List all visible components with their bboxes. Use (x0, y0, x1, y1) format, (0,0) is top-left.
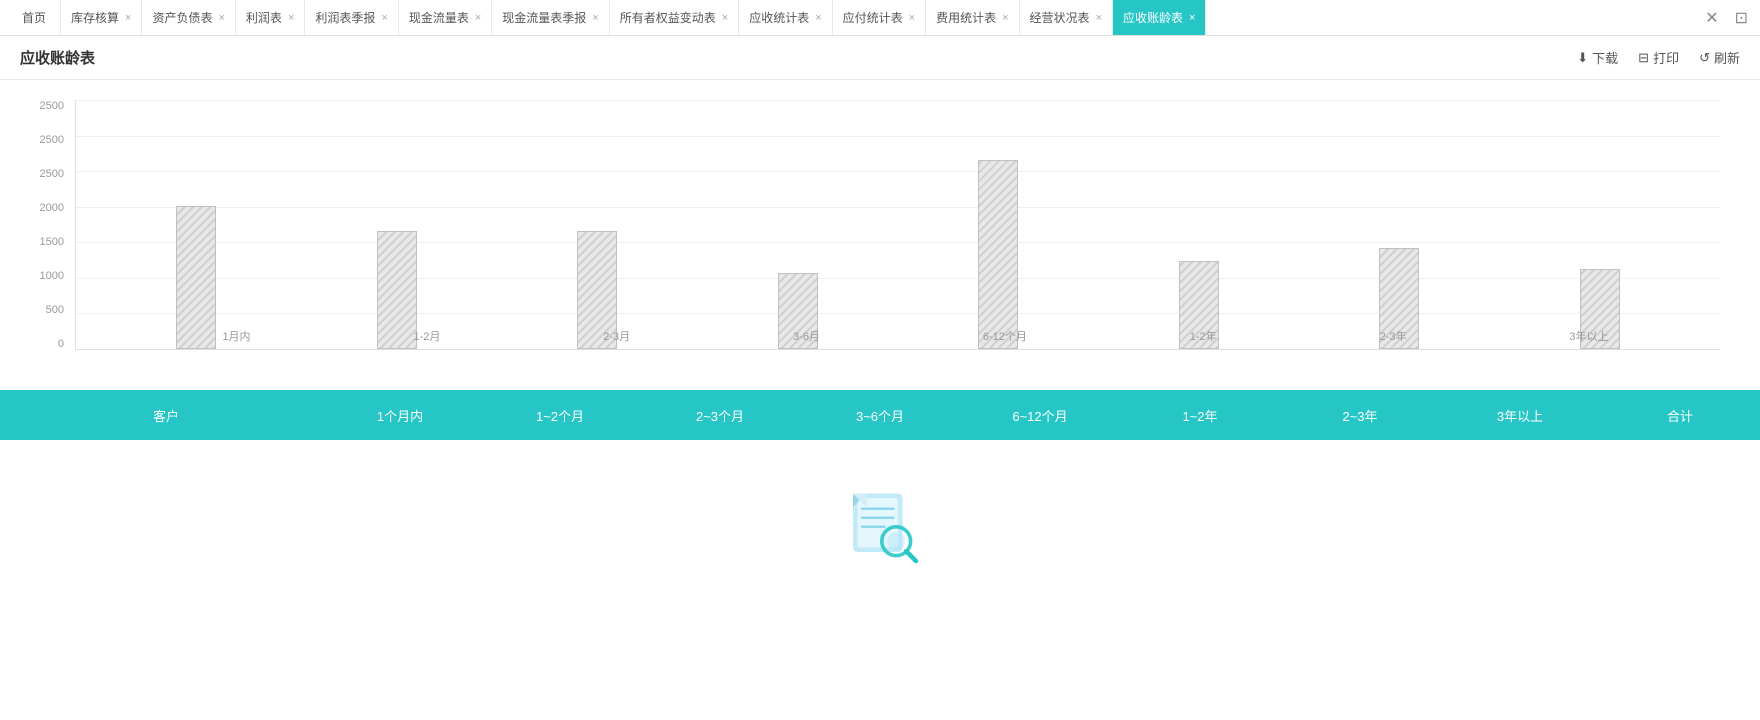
chart-bar[interactable] (978, 160, 1018, 349)
x-axis-label: 2-3月 (603, 328, 630, 344)
x-axis-label: 3-6月 (793, 328, 820, 344)
tab-close-operation[interactable]: × (1096, 12, 1102, 24)
refresh-button[interactable]: ↺ 刷新 (1699, 48, 1740, 67)
empty-state (0, 440, 1760, 610)
tab-operation[interactable]: 经营状况表× (1020, 0, 1113, 36)
x-axis-label: 1-2年 (1190, 328, 1217, 344)
x-axis-label: 1月内 (222, 328, 250, 344)
tab-home[interactable]: 首页 (8, 0, 61, 36)
tab-bar-actions: ✕ ⊡ (1701, 8, 1752, 28)
table-header-cell: 1~2年 (1120, 406, 1280, 425)
tab-close-inventory[interactable]: × (125, 12, 131, 24)
table-header: 客户1个月内1~2个月2~3个月3~6个月6~12个月1~2年2~3年3年以上合… (0, 390, 1760, 440)
refresh-icon: ↺ (1699, 50, 1710, 66)
download-button[interactable]: ⬇ 下载 (1577, 48, 1618, 67)
y-axis-label: 500 (46, 304, 64, 316)
tab-close-equity[interactable]: × (722, 12, 728, 24)
download-icon: ⬇ (1577, 50, 1588, 66)
tab-ar-stat[interactable]: 应收统计表× (739, 0, 832, 36)
close-window-icon[interactable]: ✕ (1701, 8, 1722, 28)
tab-close-ar-aging[interactable]: × (1189, 12, 1195, 24)
tab-close-expense-stat[interactable]: × (1002, 12, 1008, 24)
table-header-cell: 2~3年 (1280, 406, 1440, 425)
x-axis-label: 2-3年 (1380, 328, 1407, 344)
table-header-cell: 3年以上 (1440, 406, 1600, 425)
tab-bar: 首页 库存核算×资产负债表×利润表×利润表季报×现金流量表×现金流量表季报×所有… (0, 0, 1760, 36)
tab-ar-aging[interactable]: 应收账龄表× (1113, 0, 1206, 36)
y-axis-label: 2000 (40, 202, 64, 214)
table-header-cell: 6~12个月 (960, 406, 1120, 425)
tab-profit-quarter[interactable]: 利润表季报× (305, 0, 398, 36)
table-header-cell: 客户 (0, 406, 320, 425)
bars-container (76, 100, 1720, 349)
y-axis: 2500 2500 2500 2000 1500 1000 500 0 (30, 100, 70, 350)
tab-inventory[interactable]: 库存核算× (61, 0, 142, 36)
maximize-icon[interactable]: ⊡ (1731, 8, 1752, 28)
y-axis-label: 1000 (40, 270, 64, 282)
chart-container: 2500 2500 2500 2000 1500 1000 500 0 1月内 1-2月 2-3月… (30, 100, 1730, 380)
tab-profit[interactable]: 利润表× (236, 0, 305, 36)
bar-group (978, 160, 1018, 349)
main-content: 2500 2500 2500 2000 1500 1000 500 0 1月内 1-2月 2-3月… (0, 80, 1760, 720)
x-axis-label: 6-12个月 (983, 328, 1027, 344)
tab-cashflow[interactable]: 现金流量表× (399, 0, 492, 36)
tab-close-profit[interactable]: × (288, 12, 294, 24)
page-title: 应收账龄表 (20, 47, 95, 68)
chart-plot: 1月内 1-2月 2-3月 3-6月 6-12个月 1-2年 2-3年 3年以上 (75, 100, 1720, 350)
tab-expense-stat[interactable]: 费用统计表× (926, 0, 1019, 36)
page-header: 应收账龄表 ⬇ 下载 ⊟ 打印 ↺ 刷新 (0, 36, 1760, 80)
y-axis-label: 2500 (40, 134, 64, 146)
tab-close-profit-quarter[interactable]: × (381, 12, 387, 24)
y-axis-label: 2500 (40, 168, 64, 180)
empty-icon (835, 480, 925, 570)
print-icon: ⊟ (1638, 50, 1649, 66)
tab-equity[interactable]: 所有者权益变动表× (610, 0, 739, 36)
y-axis-label: 2500 (40, 100, 64, 112)
tab-close-cashflow-quarter[interactable]: × (592, 12, 598, 24)
tab-balance[interactable]: 资产负债表× (142, 0, 235, 36)
x-axis-label: 3年以上 (1569, 328, 1608, 344)
x-axis-label: 1-2月 (413, 328, 440, 344)
tab-close-cashflow[interactable]: × (475, 12, 481, 24)
tab-close-balance[interactable]: × (218, 12, 224, 24)
tab-ap-stat[interactable]: 应付统计表× (833, 0, 926, 36)
table-header-cell: 1个月内 (320, 406, 480, 425)
table-header-cell: 1~2个月 (480, 406, 640, 425)
tab-close-ar-stat[interactable]: × (815, 12, 821, 24)
tab-cashflow-quarter[interactable]: 现金流量表季报× (492, 0, 609, 36)
header-actions: ⬇ 下载 ⊟ 打印 ↺ 刷新 (1577, 48, 1740, 67)
y-axis-label: 0 (58, 338, 64, 350)
x-axis: 1月内 1-2月 2-3月 3-6月 6-12个月 1-2年 2-3年 3年以上 (121, 323, 1710, 349)
table-header-cell: 3~6个月 (800, 406, 960, 425)
tab-close-ap-stat[interactable]: × (909, 12, 915, 24)
table-header-cell: 2~3个月 (640, 406, 800, 425)
table-header-cell: 合计 (1600, 406, 1760, 425)
chart-area: 2500 2500 2500 2000 1500 1000 500 0 1月内 1-2月 2-3月… (0, 80, 1760, 390)
y-axis-label: 1500 (40, 236, 64, 248)
print-button[interactable]: ⊟ 打印 (1638, 48, 1679, 67)
